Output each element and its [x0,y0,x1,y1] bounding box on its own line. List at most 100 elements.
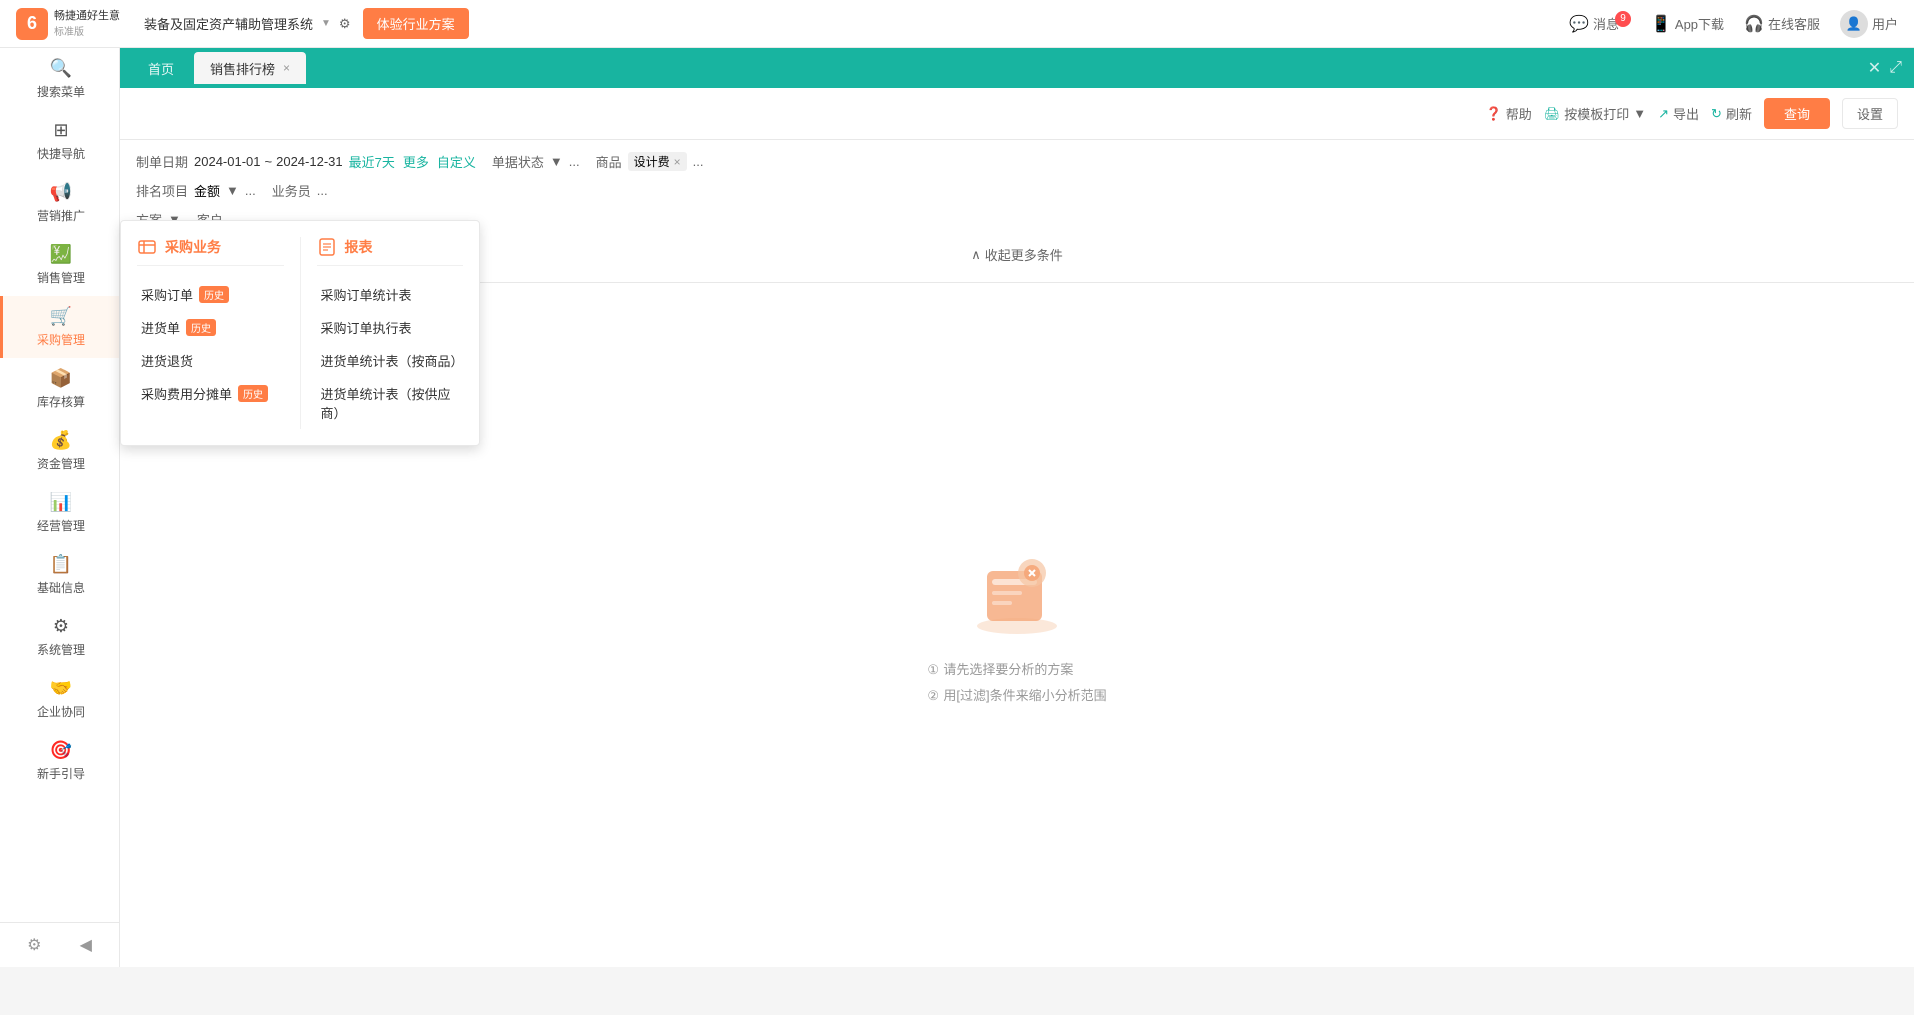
logo-subtitle: 标准版 [54,23,120,38]
sidebar-bottom: ⚙ ◀ [0,922,119,967]
sidebar-item-sales[interactable]: 💹 销售管理 [0,234,119,296]
goods-receipt-history: 历史 [186,319,216,336]
tab-maximize-icon[interactable]: ⤢ [1889,59,1902,77]
report-title-text: 报表 [345,237,373,257]
tab-home[interactable]: 首页 [132,52,190,84]
app-download-label: App下载 [1675,14,1724,33]
settings-page-btn[interactable]: 设置 [1842,98,1898,129]
rank-value: 金额 [194,181,220,200]
quick-nav-icon: ⊞ [53,120,68,141]
salesman-dots[interactable]: ... [317,183,328,198]
cooperation-icon: 🤝 [50,678,72,699]
print-dropdown-icon: ▼ [1633,106,1646,121]
export-label: 导出 [1673,104,1699,123]
quick-more[interactable]: 更多 [403,152,429,171]
product-tag: 设计费 × [628,152,687,171]
sidebar-item-operations[interactable]: 📊 经营管理 [0,482,119,544]
quick-custom[interactable]: 自定义 [437,152,476,171]
purchase-report-title: 报表 [317,237,464,266]
goods-receipt-label: 进货单 [141,318,180,337]
base-info-icon: 📋 [50,554,72,575]
status-more[interactable]: ▼ [550,154,563,169]
print-icon: 🖨 [1544,106,1561,122]
product-tag-text: 设计费 [634,153,670,170]
sidebar-item-quick-nav[interactable]: ⊞ 快捷导航 [0,110,119,172]
product-tag-close[interactable]: × [674,155,681,169]
message-badge: 9 [1615,11,1631,27]
system-title-arrow[interactable]: ▼ [321,18,331,29]
menu-purchase-expense[interactable]: 采购费用分摊单 历史 [137,377,284,410]
system-icon: ⚙ [53,616,69,637]
user-label: 用户 [1872,14,1898,33]
product-label: 商品 [596,152,622,171]
rank-dropdown[interactable]: ▼ [226,183,239,198]
menu-goods-receipt[interactable]: 进货单 历史 [137,311,284,344]
sidebar-item-guide[interactable]: 🎯 新手引导 [0,730,119,792]
user-action[interactable]: 👤 用户 [1840,10,1898,38]
sidebar-item-cooperation[interactable]: 🤝 企业协同 [0,668,119,730]
collapse-label: 收起更多条件 [985,245,1063,264]
sidebar-label-inventory: 库存核算 [37,393,85,410]
tab-close-icon[interactable]: × [283,61,290,75]
online-service-action[interactable]: 🎧 在线客服 [1744,14,1820,34]
quick-7days[interactable]: 最近7天 [349,152,395,171]
filter-date: 制单日期 2024-01-01 ~ 2024-12-31 最近7天 更多 自定义 [136,152,476,171]
online-service-label: 在线客服 [1768,14,1820,33]
query-btn[interactable]: 查询 [1764,98,1830,129]
sidebar-item-search[interactable]: 🔍 搜索菜单 [0,48,119,110]
sidebar-label-marketing: 营销推广 [37,207,85,224]
export-btn[interactable]: ↗ 导出 [1658,104,1699,123]
sidebar-item-system[interactable]: ⚙ 系统管理 [0,606,119,668]
tab-close-all-icon[interactable]: ✕ [1868,58,1881,78]
purchase-expense-history: 历史 [238,385,268,402]
toolbar: ❓ 帮助 🖨 按模板打印 ▼ ↗ 导出 ↻ 刷新 查询 设置 [120,88,1914,140]
sidebar-item-finance[interactable]: 💰 资金管理 [0,420,119,482]
sales-icon: 💹 [50,244,72,265]
sidebar-label-search: 搜索菜单 [37,83,85,100]
report-order-stats-label: 采购订单统计表 [321,285,412,304]
settings-icon[interactable]: ⚙ [339,16,351,32]
menu-purchase-order-exec[interactable]: 采购订单执行表 [317,311,464,344]
goods-return-label: 进货退货 [141,351,193,370]
date-separator: ~ [265,154,273,169]
sidebar-label-operations: 经营管理 [37,517,85,534]
menu-goods-return[interactable]: 进货退货 [137,344,284,377]
sidebar-item-base-info[interactable]: 📋 基础信息 [0,544,119,606]
sidebar-item-purchase[interactable]: 🛒 采购管理 [0,296,119,358]
purchase-expense-label: 采购费用分摊单 [141,384,232,403]
help-btn[interactable]: ❓ 帮助 [1486,104,1532,123]
sidebar-item-marketing[interactable]: 📢 营销推广 [0,172,119,234]
tab-bar: 首页 销售排行榜 × ✕ ⤢ [120,48,1914,88]
rank-dots: ... [245,183,256,198]
sidebar-item-inventory[interactable]: 📦 库存核算 [0,358,119,420]
search-icon: 🔍 [50,58,72,79]
menu-goods-stats-by-supplier[interactable]: 进货单统计表（按供应商） [317,377,464,429]
menu-purchase-order-stats[interactable]: 采购订单统计表 [317,278,464,311]
empty-hint-1: 请先选择要分析的方案 [927,657,1106,683]
print-btn[interactable]: 🖨 按模板打印 ▼ [1544,104,1646,123]
tab-sales-rank[interactable]: 销售排行榜 × [194,52,306,84]
message-action[interactable]: 💬 消息 9 [1569,14,1631,34]
app-download-action[interactable]: 📱 App下载 [1651,14,1724,34]
guide-icon: 🎯 [50,740,72,761]
sidebar-collapse-btn[interactable]: ◀ [80,935,92,955]
refresh-icon: ↻ [1711,106,1722,122]
product-more-dots[interactable]: ... [693,154,704,169]
date-end: 2024-12-31 [276,154,343,169]
industry-btn[interactable]: 体验行业方案 [363,8,469,39]
tab-bar-right: ✕ ⤢ [1868,58,1902,78]
date-start: 2024-01-01 [194,154,261,169]
sidebar-label-purchase: 采购管理 [37,331,85,348]
menu-goods-stats-by-product[interactable]: 进货单统计表（按商品） [317,344,464,377]
purchase-report-col: 报表 采购订单统计表 采购订单执行表 进货单统计表（按商品） 进货单统计表（按供… [300,237,480,429]
refresh-btn[interactable]: ↻ 刷新 [1711,104,1752,123]
system-title: 装备及固定资产辅助管理系统 ▼ [144,14,331,33]
logo-text: 畅捷通好生意 标准版 [54,9,120,38]
header-right: 💬 消息 9 📱 App下载 🎧 在线客服 👤 用户 [1569,10,1898,38]
status-dots: ... [569,154,580,169]
purchase-business-icon [137,237,157,257]
menu-purchase-order[interactable]: 采购订单 历史 [137,278,284,311]
filter-row-2: 排名项目 金额 ▼ ... 业务员 ... [136,181,1898,200]
bottom-settings-btn[interactable]: ⚙ [27,935,41,955]
export-icon: ↗ [1658,106,1669,122]
